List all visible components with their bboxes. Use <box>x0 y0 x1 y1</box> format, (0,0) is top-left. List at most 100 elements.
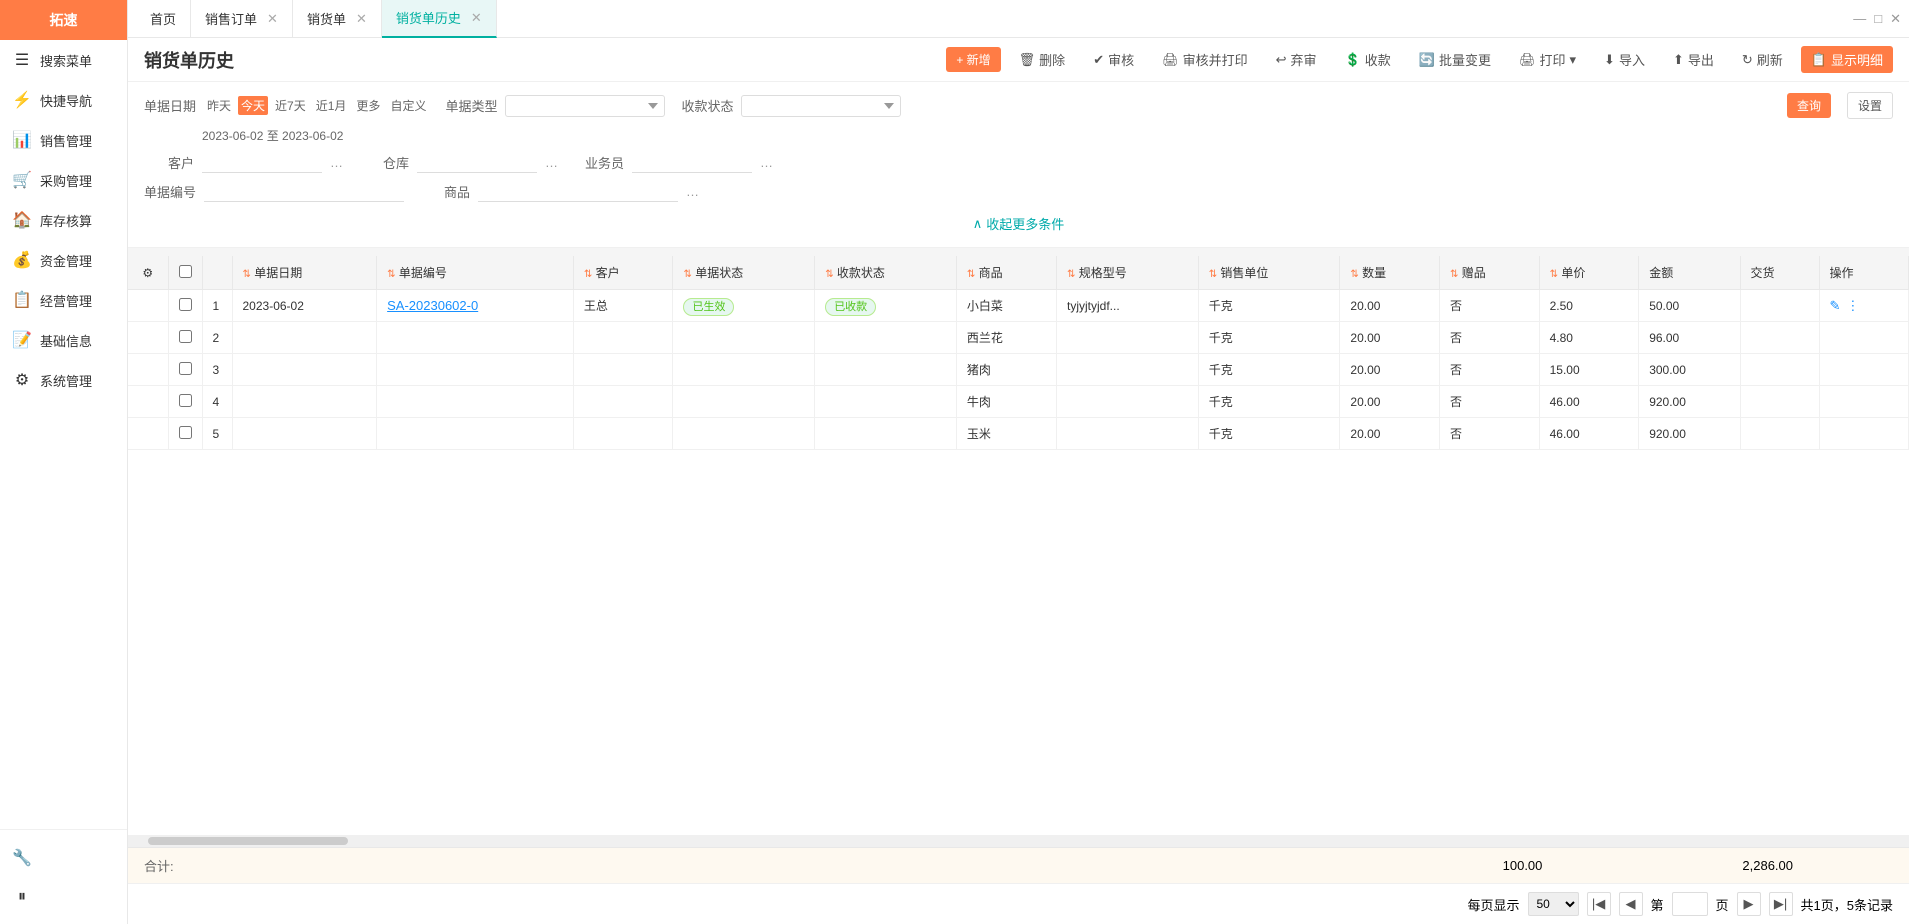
date-link-7days[interactable]: 近7天 <box>272 96 309 115</box>
filter-date-field: 单据日期 昨天 今天 近7天 近1月 更多 自定义 <box>144 96 429 115</box>
date-link-custom[interactable]: 自定义 <box>387 96 429 115</box>
customer-ellipsis[interactable]: … <box>330 155 343 170</box>
th-settings[interactable]: ⚙ <box>128 256 168 290</box>
td-customer <box>573 354 673 386</box>
total-info: 共1页，5条记录 <box>1801 895 1893 914</box>
settings-button[interactable]: 设置 <box>1847 92 1893 119</box>
next-page-btn[interactable]: ▶ <box>1737 892 1761 916</box>
sidebar-item-search-menu[interactable]: ☰ 搜索菜单 <box>0 40 127 80</box>
sidebar-item-ops-mgmt[interactable]: 📋 经营管理 <box>0 280 127 320</box>
edit-icon[interactable]: ✎ <box>1830 298 1841 313</box>
sidebar-bottom-item1[interactable]: 🔧 <box>0 838 127 878</box>
batch-change-button[interactable]: 🔄 批量变更 <box>1409 46 1501 73</box>
salesman-input[interactable] <box>632 152 752 173</box>
td-doc-no <box>377 386 574 418</box>
sidebar-item-label: 销售管理 <box>40 131 92 150</box>
sidebar-item-stock-calc[interactable]: 🏠 库存核算 <box>0 200 127 240</box>
th-qty[interactable]: ⇅ 数量 <box>1340 256 1440 290</box>
search-button[interactable]: 查询 <box>1787 93 1831 118</box>
tab-sales-order-close[interactable]: ✕ <box>267 11 278 27</box>
customer-input[interactable] <box>202 152 322 173</box>
th-gift[interactable]: ⇅ 赠品 <box>1440 256 1540 290</box>
th-spec[interactable]: ⇅ 规格型号 <box>1056 256 1198 290</box>
th-goods[interactable]: ⇅ 商品 <box>956 256 1056 290</box>
td-check <box>168 322 202 354</box>
audit-button[interactable]: ✔ 审核 <box>1083 46 1144 73</box>
sidebar-item-quick-nav[interactable]: ⚡ 快捷导航 <box>0 80 127 120</box>
date-link-today[interactable]: 今天 <box>238 96 268 115</box>
td-customer: 王总 <box>573 290 673 322</box>
tab-sales-history[interactable]: 销货单历史 ✕ <box>382 0 497 38</box>
warehouse-ellipsis[interactable]: … <box>545 155 558 170</box>
th-doc-date[interactable]: ⇅ 单据日期 <box>232 256 377 290</box>
abandon-button[interactable]: ↩ 弃审 <box>1266 46 1327 73</box>
tab-sales-goods-close[interactable]: ✕ <box>356 11 367 27</box>
scrollbar-thumb[interactable] <box>148 837 348 845</box>
refresh-button[interactable]: ↻ 刷新 <box>1732 46 1793 73</box>
goods-input[interactable] <box>478 181 678 202</box>
new-button[interactable]: + 新增 <box>946 47 1000 72</box>
minimize-icon[interactable]: — <box>1853 11 1866 26</box>
td-collect-status <box>815 418 957 450</box>
docno-input[interactable] <box>204 181 404 202</box>
td-action <box>1819 354 1908 386</box>
th-doc-status[interactable]: ⇅ 单据状态 <box>673 256 815 290</box>
sidebar-item-fund-mgmt[interactable]: 💰 资金管理 <box>0 240 127 280</box>
tab-sales-goods[interactable]: 销货单 ✕ <box>293 0 382 38</box>
show-detail-button[interactable]: 📋 显示明细 <box>1801 46 1893 73</box>
settings-bottom-icon: 🔧 <box>12 848 32 868</box>
row-checkbox[interactable] <box>179 394 192 407</box>
row-checkbox[interactable] <box>179 298 192 311</box>
print-button[interactable]: 🖨 打印 ▾ <box>1509 46 1586 73</box>
th-unit[interactable]: ⇅ 销售单位 <box>1198 256 1340 290</box>
page-input[interactable]: 1 <box>1672 892 1708 916</box>
th-price[interactable]: ⇅ 单价 <box>1539 256 1639 290</box>
horizontal-scrollbar[interactable] <box>128 835 1909 847</box>
window-close-icon[interactable]: ✕ <box>1890 11 1901 27</box>
filter-warehouse-field: 仓库 … <box>359 152 558 173</box>
row-checkbox[interactable] <box>179 330 192 343</box>
first-page-btn[interactable]: |◀ <box>1587 892 1611 916</box>
delete-button[interactable]: 🗑 删除 <box>1009 46 1076 73</box>
row-checkbox[interactable] <box>179 426 192 439</box>
th-customer[interactable]: ⇅ 客户 <box>573 256 673 290</box>
collapse-button[interactable]: ∧ 收起更多条件 <box>144 210 1893 237</box>
th-doc-no[interactable]: ⇅ 单据编号 <box>377 256 574 290</box>
doctype-select[interactable] <box>505 95 665 117</box>
sidebar-bottom-item2[interactable]: ⏸ <box>0 878 127 916</box>
pause-icon: ⏸ <box>12 888 32 906</box>
tab-sales-order[interactable]: 销售订单 ✕ <box>191 0 293 38</box>
maximize-icon[interactable]: □ <box>1874 11 1882 26</box>
prev-page-btn[interactable]: ◀ <box>1619 892 1643 916</box>
row-checkbox[interactable] <box>179 362 192 375</box>
per-page-select[interactable]: 50 100 200 <box>1528 892 1579 916</box>
audit-print-button[interactable]: 🖨 审核并打印 <box>1152 46 1258 73</box>
th-collect-status[interactable]: ⇅ 收款状态 <box>815 256 957 290</box>
salesman-ellipsis[interactable]: … <box>760 155 773 170</box>
basic-info-icon: 📝 <box>12 330 32 350</box>
doc-no-link[interactable]: SA-20230602-0 <box>387 298 478 313</box>
date-link-yesterday[interactable]: 昨天 <box>204 96 234 115</box>
last-page-btn[interactable]: ▶| <box>1769 892 1793 916</box>
more-action-icon[interactable]: ⋮ <box>1846 298 1859 313</box>
warehouse-input[interactable] <box>417 152 537 173</box>
filter-goods-field: 商品 … <box>420 181 699 202</box>
sidebar-item-sales-mgmt[interactable]: 📊 销售管理 <box>0 120 127 160</box>
collect-button[interactable]: 💲 收款 <box>1335 46 1401 73</box>
tab-home[interactable]: 首页 <box>136 0 191 38</box>
import-button[interactable]: ⬇ 导入 <box>1594 46 1655 73</box>
sidebar-item-sys-mgmt[interactable]: ⚙ 系统管理 <box>0 360 127 400</box>
collect-status-select[interactable] <box>741 95 901 117</box>
docno-label: 单据编号 <box>144 182 196 201</box>
sidebar-item-basic-info[interactable]: 📝 基础信息 <box>0 320 127 360</box>
td-action <box>1819 386 1908 418</box>
goods-ellipsis[interactable]: … <box>686 184 699 199</box>
date-link-more[interactable]: 更多 <box>353 96 383 115</box>
sidebar-item-purchase-mgmt[interactable]: 🛒 采购管理 <box>0 160 127 200</box>
export-button[interactable]: ⬆ 导出 <box>1663 46 1724 73</box>
tab-sales-history-close[interactable]: ✕ <box>471 10 482 26</box>
td-doc-date <box>232 354 377 386</box>
select-all-checkbox[interactable] <box>179 265 192 278</box>
td-collect-status: 已收款 <box>815 290 957 322</box>
date-link-1month[interactable]: 近1月 <box>313 96 350 115</box>
